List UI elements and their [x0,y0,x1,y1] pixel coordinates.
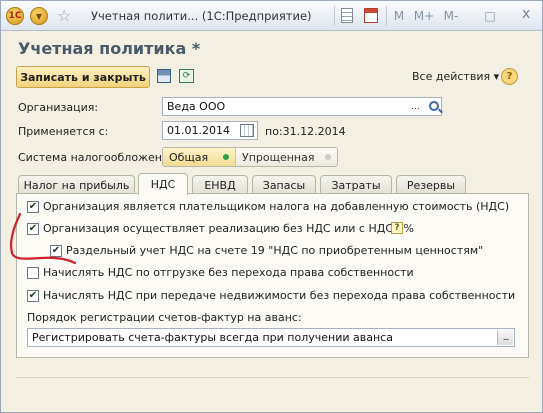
memory-m-button[interactable]: M [392,6,406,26]
save-icon[interactable] [157,69,171,83]
1c-logo-icon[interactable]: 1С [6,7,24,25]
tax-system-general-option[interactable]: Общая [163,148,235,166]
tax-system-simplified-option[interactable]: Упрощенная [235,148,337,166]
vat-payer-label: Организация является плательщиком налога… [43,200,510,213]
vat-on-real-estate-label: Начислять НДС при передаче недвижимости … [43,289,516,302]
tab-envd[interactable]: ЕНВД [192,175,248,194]
tab-costs[interactable]: Затраты [320,175,392,194]
sales-without-vat-checkbox[interactable] [27,223,39,235]
organization-field[interactable]: Веда ООО ... [162,97,442,116]
restore-button[interactable]: □ [483,6,497,26]
vat-on-shipment-label: Начислять НДС по отгрузке без перехода п… [43,266,414,279]
hint-icon[interactable]: ? [391,222,403,234]
vat-on-shipment-checkbox[interactable] [27,267,39,279]
tab-vat[interactable]: НДС [138,173,188,195]
organization-select-button[interactable]: ... [407,98,424,115]
app-window: 1С ▼ ☆ Учетная полити... (1С:Предприятие… [0,0,543,413]
tax-system-general-label: Общая [169,150,209,164]
form-title: Учетная политика * [18,39,201,58]
applies-from-value: 01.01.2014 [167,124,230,137]
footer-divider [16,377,529,378]
help-icon[interactable]: ? [501,68,518,85]
title-bar: 1С ▼ ☆ Учетная полити... (1С:Предприятие… [1,1,542,31]
window-title: Учетная полити... (1С:Предприятие) [91,9,312,23]
memory-plus-button[interactable]: M+ [413,6,435,26]
calendar-icon[interactable] [364,8,378,23]
sales-without-vat-label: Организация осуществляет реализацию без … [43,222,414,235]
tax-system-label: Система налогообложения: [18,151,180,164]
tab-profit-tax[interactable]: Налог на прибыль [18,175,135,194]
all-actions-menu[interactable]: Все действия ▾ [412,70,499,83]
tax-system-simplified-label: Упрощенная [242,150,315,164]
organization-value: Веда ООО [167,100,226,113]
favorite-star-icon[interactable]: ☆ [57,6,71,25]
organization-label: Организация: [18,101,99,114]
applies-to-text: по:31.12.2014 [265,125,346,138]
calculator-icon[interactable] [341,8,353,23]
main-menu-icon[interactable]: ▼ [30,7,48,25]
separate-vat-accounting-checkbox[interactable] [50,245,62,257]
separate-vat-accounting-label: Раздельный учет НДС на счете 19 "НДС по … [66,244,484,257]
close-icon[interactable]: x [522,6,530,22]
vat-on-real-estate-checkbox[interactable] [27,290,39,302]
invoice-registration-label: Порядок регистрации счетов-фактур на ава… [27,311,302,324]
invoice-registration-value: Регистрировать счета-фактуры всегда при … [32,331,393,344]
tax-system-selector[interactable]: Общая Упрощенная [162,147,338,167]
selected-dot-icon [223,154,229,160]
toolbar-separator [386,6,387,26]
refresh-icon[interactable]: ⟳ [179,69,194,83]
applies-from-date-field[interactable]: 01.01.2014 [162,121,258,140]
vat-payer-checkbox[interactable] [27,201,39,213]
tab-inventory[interactable]: Запасы [252,175,316,194]
tab-reserves[interactable]: Резервы [396,175,466,194]
unselected-dot-icon [325,154,331,160]
invoice-registration-select[interactable]: Регистрировать счета-фактуры всегда при … [27,328,515,347]
toolbar-separator [334,6,335,26]
memory-minus-button[interactable]: M- [441,6,461,26]
invoice-registration-select-button[interactable]: ... [497,330,513,345]
applies-from-label: Применяется с: [18,125,109,138]
write-and-close-button[interactable]: Записать и закрыть [16,66,150,88]
